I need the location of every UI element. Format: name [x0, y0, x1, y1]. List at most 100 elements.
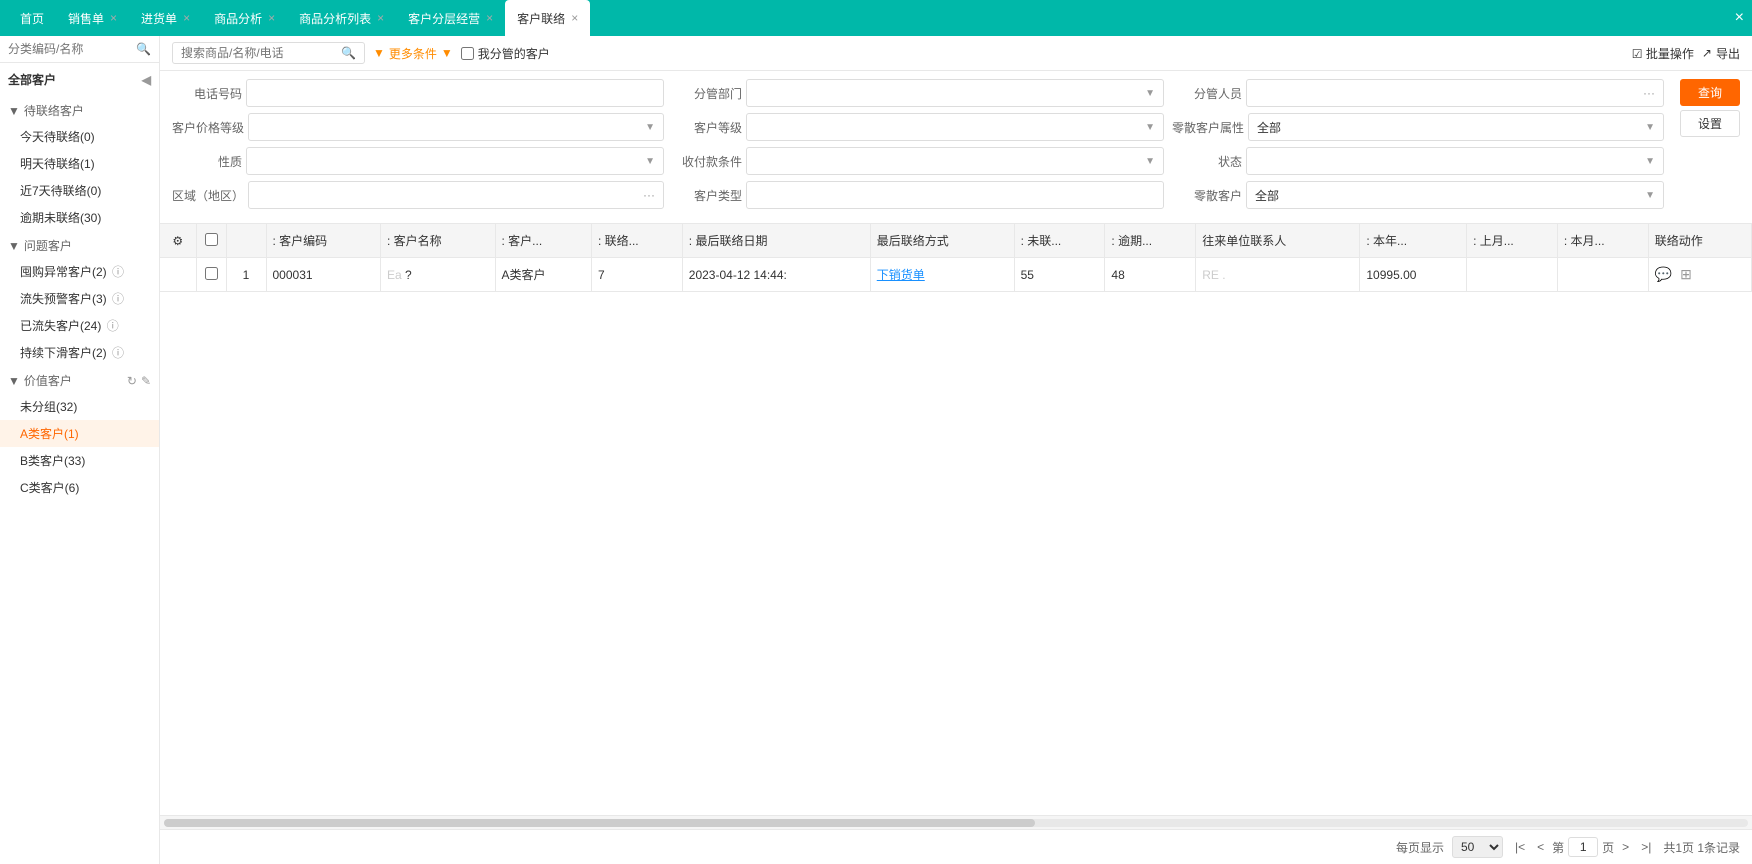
- next-page-btn[interactable]: >: [1618, 838, 1633, 856]
- sidebar-item-class-a[interactable]: A类客户(1): [0, 420, 159, 447]
- row-last-type: 下销货单: [870, 258, 1014, 292]
- nav-customer-contact-close[interactable]: ×: [571, 11, 578, 25]
- col-cb-header: [196, 224, 226, 258]
- sidebar-all-customers[interactable]: 全部客户 ◀: [0, 63, 159, 96]
- col-last-month-header: : 上月...: [1467, 224, 1558, 258]
- horizontal-scrollbar[interactable]: [160, 815, 1752, 829]
- settings-button[interactable]: 设置: [1680, 110, 1740, 137]
- nav-home[interactable]: 首页: [8, 0, 56, 36]
- row-contact-count: 7: [591, 258, 682, 292]
- nav-customer-segment[interactable]: 客户分层经营 ×: [396, 0, 505, 36]
- my-customers-filter[interactable]: 我分管的客户: [461, 45, 550, 62]
- nav-product-analysis[interactable]: 商品分析 ×: [202, 0, 287, 36]
- page-size-select[interactable]: 50 100 200: [1452, 836, 1503, 858]
- filter-region: 区域（地区） ···: [172, 181, 664, 209]
- col-last-date-header: : 最后联络日期: [682, 224, 870, 258]
- filter-nature-select[interactable]: ▼: [246, 147, 664, 175]
- nav-product-list-close[interactable]: ×: [377, 11, 384, 25]
- page-label-prefix: 第: [1552, 839, 1564, 856]
- nav-purchase-close[interactable]: ×: [183, 11, 190, 25]
- nav-sales-close[interactable]: ×: [110, 11, 117, 25]
- row-name: Ea ?: [381, 258, 496, 292]
- filter-actions: 查询 设置: [1680, 79, 1740, 215]
- search-input[interactable]: [181, 46, 341, 60]
- filter-btn[interactable]: ▼ 更多条件 ▼: [373, 45, 453, 62]
- value-edit-icon[interactable]: ✎: [141, 374, 151, 388]
- query-button[interactable]: 查询: [1680, 79, 1740, 106]
- page-label-suffix: 页: [1602, 839, 1614, 856]
- table-row: 1 000031 Ea ? A类客户 7: [160, 258, 1752, 292]
- filter-customer-level-select[interactable]: ▼: [746, 113, 1164, 141]
- sidebar-item-loss-warning[interactable]: 流失预警客户(3) ⓘ: [0, 285, 159, 312]
- filter-region-input[interactable]: ···: [248, 181, 664, 209]
- select-all-checkbox[interactable]: [205, 233, 218, 246]
- sidebar-content: 全部客户 ◀ ▼ 待联络客户 今天待联络(0) 明天待联络(1) 近7天待联络(…: [0, 63, 159, 864]
- sidebar-item-class-c[interactable]: C类客户(6): [0, 474, 159, 501]
- row-this-year: 10995.00: [1360, 258, 1467, 292]
- filter-payment-select[interactable]: ▼: [746, 147, 1164, 175]
- sidebar: 🔍 全部客户 ◀ ▼ 待联络客户 今天待联络(0) 明天待联络(1) 近7天待联…: [0, 36, 160, 864]
- prev-page-btn[interactable]: <: [1533, 838, 1548, 856]
- filter-dept-select[interactable]: ▼: [746, 79, 1164, 107]
- nav-sales[interactable]: 销售单 ×: [56, 0, 129, 36]
- filter-scatter-attr-select[interactable]: 全部 ▼: [1248, 113, 1664, 141]
- col-level-header: : 客户...: [495, 224, 591, 258]
- col-code-header: : 客户编码: [266, 224, 381, 258]
- filter-customer-type: 客户类型: [672, 181, 1164, 209]
- row-overdue: 48: [1105, 258, 1196, 292]
- filter-person-select[interactable]: ···: [1246, 79, 1664, 107]
- nav-customer-segment-close[interactable]: ×: [486, 11, 493, 25]
- sidebar-item-7days-contact[interactable]: 近7天待联络(0): [0, 177, 159, 204]
- grid-icon[interactable]: ⊞: [1680, 266, 1692, 283]
- sidebar-item-abnormal-purchase[interactable]: 囤购异常客户(2) ⓘ: [0, 258, 159, 285]
- col-this-year-header: : 本年...: [1360, 224, 1467, 258]
- sidebar-group-waiting[interactable]: ▼ 待联络客户: [0, 96, 159, 123]
- filter-status: 状态 ▼: [1172, 147, 1664, 175]
- filter-price-level: 客户价格等级 ▼: [172, 113, 664, 141]
- sidebar-search-icon[interactable]: 🔍: [136, 42, 151, 56]
- filter-scatter-select[interactable]: 全部 ▼: [1246, 181, 1664, 209]
- main-layout: 🔍 全部客户 ◀ ▼ 待联络客户 今天待联络(0) 明天待联络(1) 近7天待联…: [0, 36, 1752, 864]
- first-page-btn[interactable]: |<: [1511, 838, 1529, 856]
- row-gear: [160, 258, 196, 292]
- sidebar-item-overdue-contact[interactable]: 逾期未联络(30): [0, 204, 159, 231]
- sidebar-group-value[interactable]: ▼ 价值客户 ↻ ✎: [0, 366, 159, 393]
- current-page[interactable]: 1: [1568, 837, 1598, 857]
- row-checkbox[interactable]: [205, 267, 218, 280]
- sidebar-item-today-contact[interactable]: 今天待联络(0): [0, 123, 159, 150]
- close-all-tabs[interactable]: ×: [1735, 9, 1744, 27]
- sidebar-item-lost-customers[interactable]: 已流失客户(24) ⓘ: [0, 312, 159, 339]
- filter-status-select[interactable]: ▼: [1246, 147, 1664, 175]
- filter-phone-input[interactable]: [246, 79, 664, 107]
- filter-nature: 性质 ▼: [172, 147, 664, 175]
- search-icon[interactable]: 🔍: [341, 46, 356, 60]
- col-gear-header[interactable]: ⚙: [160, 224, 196, 258]
- filter-price-level-select[interactable]: ▼: [248, 113, 664, 141]
- filter-customer-type-input[interactable]: [746, 181, 1164, 209]
- last-page-btn[interactable]: >|: [1637, 838, 1655, 856]
- sidebar-item-tomorrow-contact[interactable]: 明天待联络(1): [0, 150, 159, 177]
- filter-row-3: 性质 ▼ 收付款条件 ▼: [172, 147, 1664, 175]
- sidebar-item-declining[interactable]: 持续下滑客户(2) ⓘ: [0, 339, 159, 366]
- last-contact-link[interactable]: 下销货单: [877, 268, 925, 282]
- nav-customer-contact[interactable]: 客户联络 ×: [505, 0, 590, 36]
- export-btn[interactable]: ↗ 导出: [1702, 45, 1740, 62]
- nav-product-analysis-close[interactable]: ×: [268, 11, 275, 25]
- chat-icon[interactable]: 💬: [1655, 266, 1672, 283]
- batch-op-btn[interactable]: ☑ 批量操作: [1632, 45, 1694, 62]
- nav-product-list[interactable]: 商品分析列表 ×: [287, 0, 396, 36]
- sidebar-collapse-icon[interactable]: ◀: [142, 73, 151, 87]
- sidebar-item-ungrouped[interactable]: 未分组(32): [0, 393, 159, 420]
- sidebar-group-problem[interactable]: ▼ 问题客户: [0, 231, 159, 258]
- sidebar-search-input[interactable]: [8, 42, 136, 56]
- col-no-header: [226, 224, 266, 258]
- nav-purchase[interactable]: 进货单 ×: [129, 0, 202, 36]
- row-no-contact: 55: [1014, 258, 1105, 292]
- value-refresh-icon[interactable]: ↻: [127, 374, 137, 388]
- scroll-thumb[interactable]: [164, 819, 1035, 827]
- sidebar-item-class-b[interactable]: B类客户(33): [0, 447, 159, 474]
- filter-scatter: 零散客户 全部 ▼: [1172, 181, 1664, 209]
- scroll-track: [164, 819, 1748, 827]
- my-customers-checkbox[interactable]: [461, 47, 474, 60]
- filter-dept: 分管部门 ▼: [672, 79, 1164, 107]
